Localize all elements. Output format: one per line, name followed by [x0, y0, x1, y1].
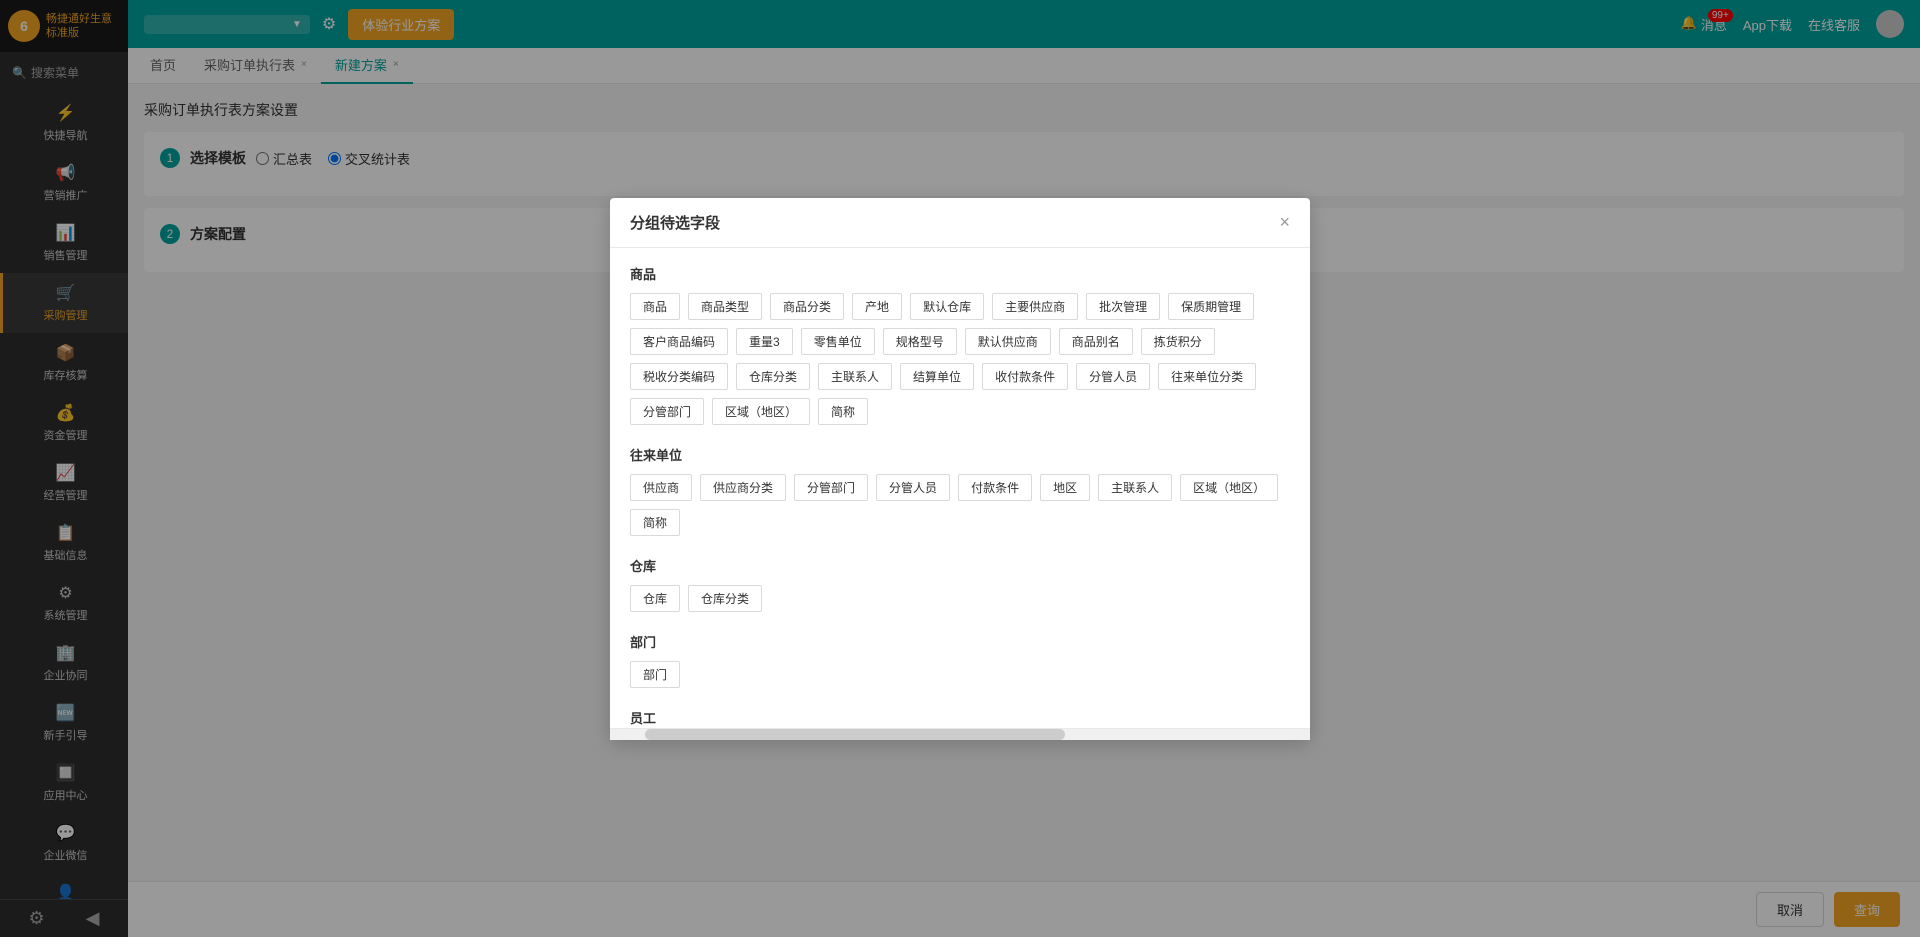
- tag-商品[interactable]: 商品: [630, 293, 680, 320]
- tag-分管部门[interactable]: 分管部门: [794, 474, 868, 501]
- tag-grid-partner: 供应商供应商分类分管部门分管人员付款条件地区主联系人区域（地区） 简称: [630, 474, 1290, 536]
- tag-仓库分类[interactable]: 仓库分类: [736, 363, 810, 390]
- tag-商品分类[interactable]: 商品分类: [770, 293, 844, 320]
- tag-部门[interactable]: 部门: [630, 661, 680, 688]
- tag-产地[interactable]: 产地: [852, 293, 902, 320]
- tag-拣货积分[interactable]: 拣货积分: [1141, 328, 1215, 355]
- tag-简称[interactable]: 简称: [818, 398, 868, 425]
- tag-往来单位分类[interactable]: 往来单位分类: [1158, 363, 1256, 390]
- tag-grid-warehouse: 仓库仓库分类: [630, 585, 1290, 612]
- section-title-employee: 员工: [630, 708, 1290, 727]
- tag-仓库[interactable]: 仓库: [630, 585, 680, 612]
- tag-grid-department: 部门: [630, 661, 1290, 688]
- tag-默认供应商[interactable]: 默认供应商: [965, 328, 1051, 355]
- tag-分管部门[interactable]: 分管部门: [630, 398, 704, 425]
- modal-horizontal-scrollbar[interactable]: [610, 728, 1310, 740]
- field-select-modal: 分组待选字段 × 商品商品商品类型商品分类产地默认仓库主要供应商批次管理保质期管…: [610, 198, 1310, 740]
- tag-简称[interactable]: 简称: [630, 509, 680, 536]
- tag-重量3[interactable]: 重量3: [736, 328, 793, 355]
- modal-hscroll-bar: [645, 729, 1065, 740]
- tag-地区[interactable]: 地区: [1040, 474, 1090, 501]
- modal-header: 分组待选字段 ×: [610, 198, 1310, 248]
- section-department: 部门部门: [630, 632, 1290, 688]
- tag-分管人员[interactable]: 分管人员: [876, 474, 950, 501]
- tag-供应商分类[interactable]: 供应商分类: [700, 474, 786, 501]
- tag-区域（地区）[interactable]: 区域（地区）: [1180, 474, 1278, 501]
- tag-付款条件[interactable]: 付款条件: [958, 474, 1032, 501]
- section-goods: 商品商品商品类型商品分类产地默认仓库主要供应商批次管理保质期管理客户商品编码重量…: [630, 264, 1290, 425]
- section-title-partner: 往来单位: [630, 445, 1290, 464]
- modal-close-button[interactable]: ×: [1279, 212, 1290, 233]
- modal-title: 分组待选字段: [630, 212, 720, 233]
- tag-主要供应商[interactable]: 主要供应商: [992, 293, 1078, 320]
- section-partner: 往来单位供应商供应商分类分管部门分管人员付款条件地区主联系人区域（地区） 简称: [630, 445, 1290, 536]
- tag-主联系人[interactable]: 主联系人: [1098, 474, 1172, 501]
- tag-grid-goods: 商品商品类型商品分类产地默认仓库主要供应商批次管理保质期管理客户商品编码重量3 零…: [630, 293, 1290, 425]
- modal-body: 商品商品商品类型商品分类产地默认仓库主要供应商批次管理保质期管理客户商品编码重量…: [610, 248, 1310, 728]
- section-employee: 员工业务员: [630, 708, 1290, 728]
- modal-overlay: 分组待选字段 × 商品商品商品类型商品分类产地默认仓库主要供应商批次管理保质期管…: [0, 0, 1920, 937]
- section-title-goods: 商品: [630, 264, 1290, 283]
- tag-默认仓库[interactable]: 默认仓库: [910, 293, 984, 320]
- tag-商品类型[interactable]: 商品类型: [688, 293, 762, 320]
- tag-批次管理[interactable]: 批次管理: [1086, 293, 1160, 320]
- tag-税收分类编码[interactable]: 税收分类编码: [630, 363, 728, 390]
- tag-分管人员[interactable]: 分管人员: [1076, 363, 1150, 390]
- tag-客户商品编码[interactable]: 客户商品编码: [630, 328, 728, 355]
- tag-供应商[interactable]: 供应商: [630, 474, 692, 501]
- tag-主联系人[interactable]: 主联系人: [818, 363, 892, 390]
- section-warehouse: 仓库仓库仓库分类: [630, 556, 1290, 612]
- tag-零售单位[interactable]: 零售单位: [801, 328, 875, 355]
- tag-收付款条件[interactable]: 收付款条件: [982, 363, 1068, 390]
- section-title-department: 部门: [630, 632, 1290, 651]
- tag-商品别名[interactable]: 商品别名: [1059, 328, 1133, 355]
- tag-结算单位[interactable]: 结算单位: [900, 363, 974, 390]
- tag-区域（地区）[interactable]: 区域（地区）: [712, 398, 810, 425]
- tag-规格型号[interactable]: 规格型号: [883, 328, 957, 355]
- section-title-warehouse: 仓库: [630, 556, 1290, 575]
- tag-保质期管理[interactable]: 保质期管理: [1168, 293, 1254, 320]
- tag-仓库分类[interactable]: 仓库分类: [688, 585, 762, 612]
